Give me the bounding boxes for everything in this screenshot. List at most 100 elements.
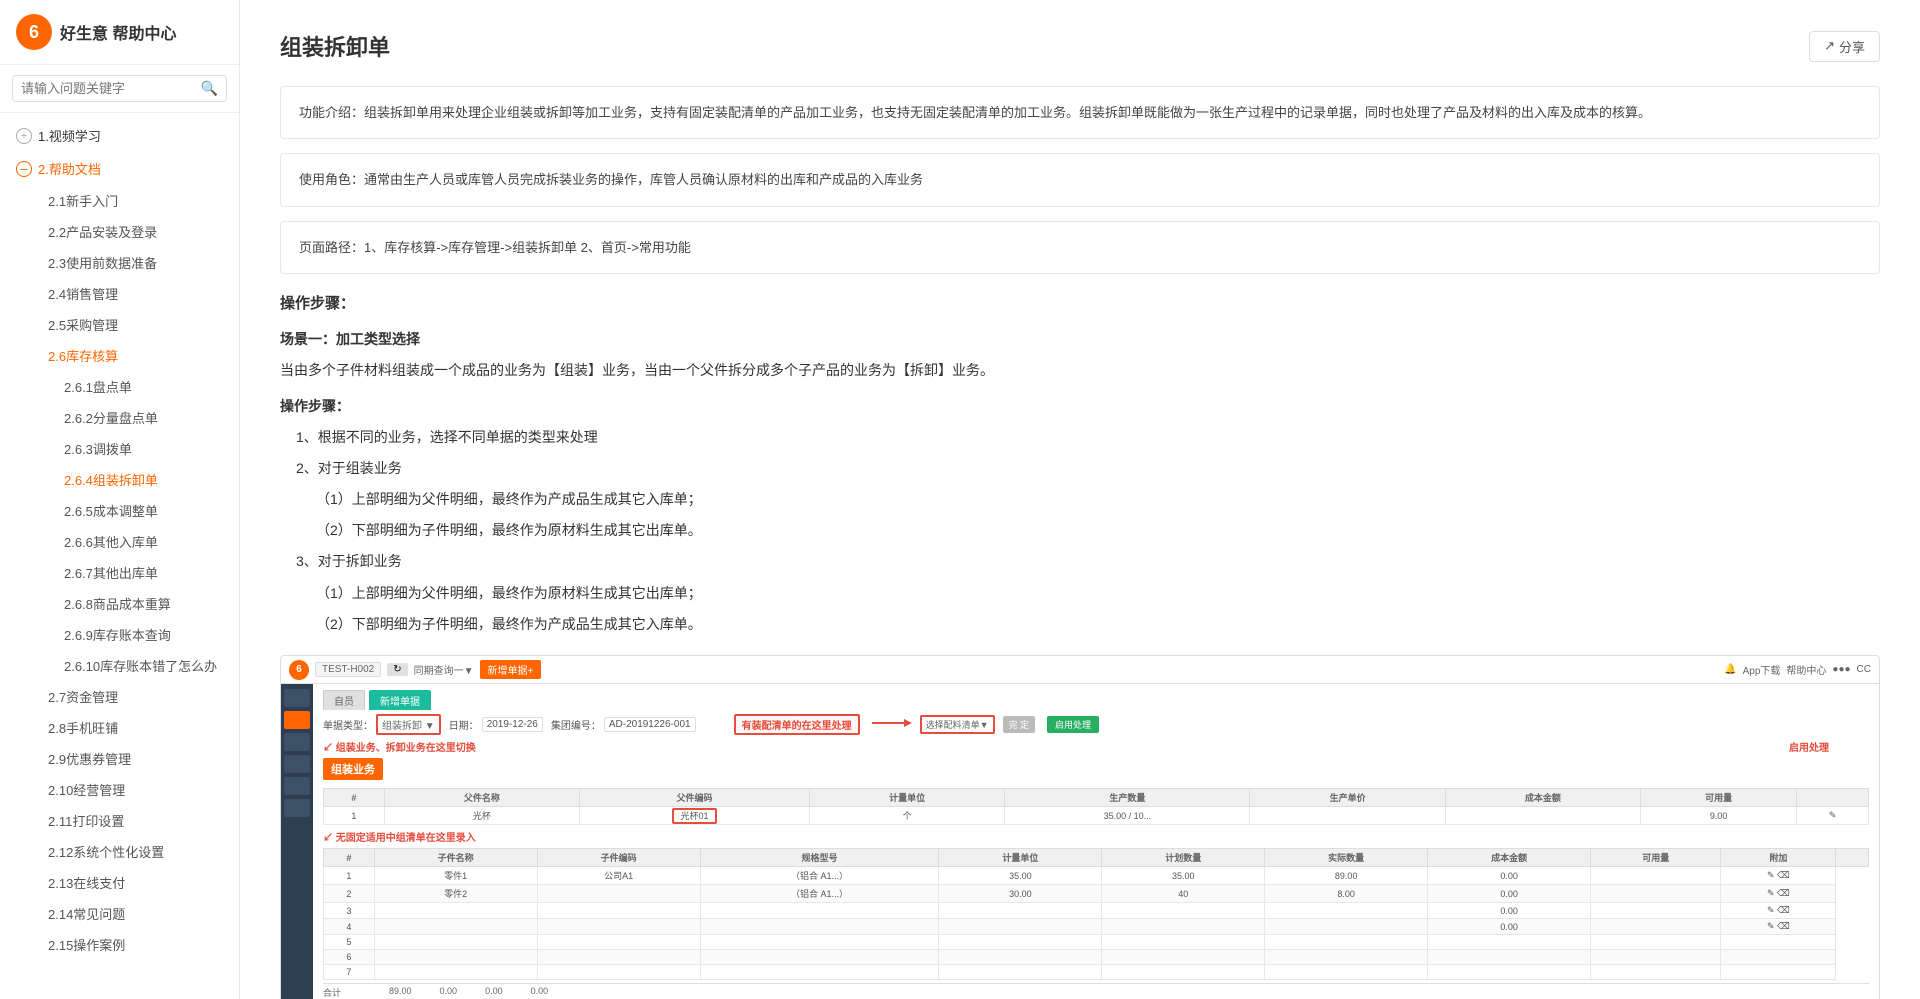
ss-parent-code-box: 光杯01 xyxy=(672,808,716,824)
ss-body: 自员 新增单据 单据类型： 组装拆卸 ▼ 日期： 2019-12-26 xyxy=(281,684,1879,999)
sidebar-item-2-6-8[interactable]: 2.6.8商品成本重算 xyxy=(56,588,239,619)
sidebar-item-2-13[interactable]: 2.13在线支付 xyxy=(40,867,239,898)
ss-child-col-act xyxy=(1836,849,1869,867)
collapse-icon-2: − xyxy=(16,161,32,177)
page-title: 组装拆卸单 xyxy=(280,30,390,62)
ss-parent-cell-avail: 9.00 xyxy=(1640,807,1796,825)
ss-parent-cell-name: 光杯 xyxy=(384,807,579,825)
ss-sidebar-icon-active xyxy=(284,711,310,729)
ss-enable-btn[interactable]: 启用处理 xyxy=(1047,716,1099,733)
ss-total-label: 合计 xyxy=(323,986,341,999)
page-header: 组装拆卸单 ↗ 分享 xyxy=(280,30,1880,62)
ss-total-2: 0.00 xyxy=(440,986,458,999)
ss-user: CC xyxy=(1857,664,1871,675)
ss-parent-cell-price xyxy=(1250,807,1445,825)
ss-child-col-num: # xyxy=(324,849,375,867)
sidebar: 6 好生意 帮助中心 🔍 + 1.视频学习 − 2.帮助文档 2.1新手入门 2… xyxy=(0,0,240,999)
ss-arrow-1 xyxy=(872,715,912,734)
ss-parent-cell-code: 光杯01 xyxy=(580,807,810,825)
sidebar-item-2-6-5[interactable]: 2.6.5成本调整单 xyxy=(56,495,239,526)
main-content: 组装拆卸单 ↗ 分享 功能介绍：组装拆卸单用来处理企业组装或拆卸等加工业务，支持… xyxy=(240,0,1920,999)
nav-item-2[interactable]: − 2.帮助文档 xyxy=(0,152,239,185)
sidebar-item-2-9[interactable]: 2.9优惠券管理 xyxy=(40,743,239,774)
search-wrap[interactable]: 🔍 xyxy=(12,75,227,102)
ss-topbar: 6 TEST-H002 ↻ 同期查询一▼ 新增单据+ 🔔 App下载 帮助中心 … xyxy=(281,656,1879,684)
ss-col-parent-name: 父件名称 xyxy=(384,789,579,807)
nav-group-docs: − 2.帮助文档 2.1新手入门 2.2产品安装及登录 2.3使用前数据准备 2… xyxy=(0,152,239,960)
share-label: 分享 xyxy=(1839,37,1865,56)
app-title: 好生意 帮助中心 xyxy=(60,20,176,44)
ss-sidebar-icon-3 xyxy=(284,755,310,773)
sidebar-item-2-6-10[interactable]: 2.6.10库存账本错了怎么办 xyxy=(56,650,239,681)
step3: 3、对于拆卸业务 xyxy=(296,549,1880,574)
share-button[interactable]: ↗ 分享 xyxy=(1809,31,1880,62)
ss-col-cost: 成本金额 xyxy=(1445,789,1640,807)
ss-parent-cell-num: 1 xyxy=(324,807,385,825)
sidebar-item-2-4[interactable]: 2.4销售管理 xyxy=(40,278,239,309)
ss-type-label: 单据类型： xyxy=(323,717,373,732)
ss-child-col-cost: 成本金额 xyxy=(1428,849,1591,867)
ss-confirm-btn[interactable]: 完 定 xyxy=(1003,716,1036,733)
user-role-text: 使用角色：通常由生产人员或库管人员完成拆装业务的操作，库管人员确认原材料的出库和… xyxy=(299,172,923,187)
search-icon[interactable]: 🔍 xyxy=(201,80,218,97)
ss-total-1: 89.00 xyxy=(389,986,412,999)
ss-tab-new[interactable]: 新增单据 xyxy=(369,690,431,710)
step3-sub1: （1）上部明细为父件明细，最终作为原材料生成其它出库单； xyxy=(316,581,1880,606)
sidebar-item-2-5[interactable]: 2.5采购管理 xyxy=(40,309,239,340)
ss-child-col-actual-qty: 实际数量 xyxy=(1265,849,1428,867)
ss-tab-home[interactable]: 自员 xyxy=(323,690,365,710)
sidebar-item-2-8[interactable]: 2.8手机旺铺 xyxy=(40,712,239,743)
ss-child-col-code: 子件编码 xyxy=(537,849,700,867)
ss-field-no: 集团编号： AD-20191226-001 xyxy=(551,717,696,732)
sidebar-item-2-6-4[interactable]: 2.6.4组装拆卸单 xyxy=(56,464,239,495)
nav-group-video: + 1.视频学习 xyxy=(0,119,239,152)
nav-item-1[interactable]: + 1.视频学习 xyxy=(0,119,239,152)
sidebar-item-2-12[interactable]: 2.12系统个性化设置 xyxy=(40,836,239,867)
sidebar-item-2-15[interactable]: 2.15操作案例 xyxy=(40,929,239,960)
step3-sub2: （2）下部明细为子件明细，最终作为产成品生成其它入库单。 xyxy=(316,612,1880,637)
sidebar-item-2-11[interactable]: 2.11打印设置 xyxy=(40,805,239,836)
sidebar-item-2-6-7[interactable]: 2.6.7其他出库单 xyxy=(56,557,239,588)
search-input[interactable] xyxy=(21,81,201,96)
ss-col-unit: 计量单位 xyxy=(809,789,1004,807)
ss-col-prod-qty: 生产数量 xyxy=(1005,789,1250,807)
user-role-block: 使用角色：通常由生产人员或库管人员完成拆装业务的操作，库管人员确认原材料的出库和… xyxy=(280,153,1880,206)
sidebar-item-2-3[interactable]: 2.3使用前数据准备 xyxy=(40,247,239,278)
ss-parent-cell-cost xyxy=(1445,807,1640,825)
sidebar-item-2-14[interactable]: 2.14常见问题 xyxy=(40,898,239,929)
ss-parent-cell-qty: 35.00 / 10... xyxy=(1005,807,1250,825)
sidebar-item-2-6[interactable]: 2.6库存核算 xyxy=(40,340,239,371)
ss-child-row-3: 30.00✎ ⌫ xyxy=(324,903,1869,919)
sidebar-item-2-2[interactable]: 2.2产品安装及登录 xyxy=(40,216,239,247)
sidebar-item-2-7[interactable]: 2.7资金管理 xyxy=(40,681,239,712)
ss-date-input[interactable]: 2019-12-26 xyxy=(482,717,543,732)
ss-sidebar-icon-1 xyxy=(284,689,310,707)
ss-form-area: 自员 新增单据 单据类型： 组装拆卸 ▼ 日期： 2019-12-26 xyxy=(313,684,1879,999)
logo-icon: 6 xyxy=(16,14,52,50)
ss-new-btn[interactable]: 新增单据+ xyxy=(480,660,542,679)
ss-mini-sidebar xyxy=(281,684,313,999)
ss-annotation-row2: ↙ 组装业务、拆卸业务在这里切换 启用处理 xyxy=(323,739,1869,754)
function-intro-text: 功能介绍：组装拆卸单用来处理企业组装或拆卸等加工业务，支持有固定装配清单的产品加… xyxy=(299,105,1651,120)
ss-bottom-row: 合计 89.00 0.00 0.00 0.00 xyxy=(323,983,1869,999)
nav-label-2: 2.帮助文档 xyxy=(38,159,101,178)
screenshot-container: 6 TEST-H002 ↻ 同期查询一▼ 新增单据+ 🔔 App下载 帮助中心 … xyxy=(280,655,1880,999)
sidebar-item-2-6-1[interactable]: 2.6.1盘点单 xyxy=(56,371,239,402)
ss-refresh[interactable]: ↻ xyxy=(387,663,407,676)
sidebar-item-2-10[interactable]: 2.10经营管理 xyxy=(40,774,239,805)
ss-table-child: # 子件名称 子件编码 规格型号 计量单位 计划数量 实际数量 成本金额 可用量… xyxy=(323,848,1869,980)
sidebar-item-2-6-9[interactable]: 2.6.9库存账本查询 xyxy=(56,619,239,650)
ss-no-input[interactable]: AD-20191226-001 xyxy=(604,717,696,732)
ss-help-link: 帮助中心 xyxy=(1786,662,1826,677)
sidebar-item-2-6-3[interactable]: 2.6.3调拨单 xyxy=(56,433,239,464)
sidebar-item-2-6-6[interactable]: 2.6.6其他入库单 xyxy=(56,526,239,557)
scene1-desc: 当由多个子件材料组装成一个成品的业务为【组装】业务，当由一个父件拆分成多个子产品… xyxy=(280,358,1880,383)
ss-top-icon1: 🔔 xyxy=(1724,664,1736,675)
ss-child-row-5: 5 xyxy=(324,935,1869,950)
ss-field-type: 单据类型： 组装拆卸 ▼ xyxy=(323,714,441,735)
ss-type-select[interactable]: 组装拆卸 ▼ xyxy=(376,714,441,735)
sidebar-item-2-1[interactable]: 2.1新手入门 xyxy=(40,185,239,216)
ss-child-col-spec: 规格型号 xyxy=(700,849,939,867)
sidebar-item-2-6-2[interactable]: 2.6.2分量盘点单 xyxy=(56,402,239,433)
ss-config-select[interactable]: 选择配料清单▼ xyxy=(920,715,995,734)
